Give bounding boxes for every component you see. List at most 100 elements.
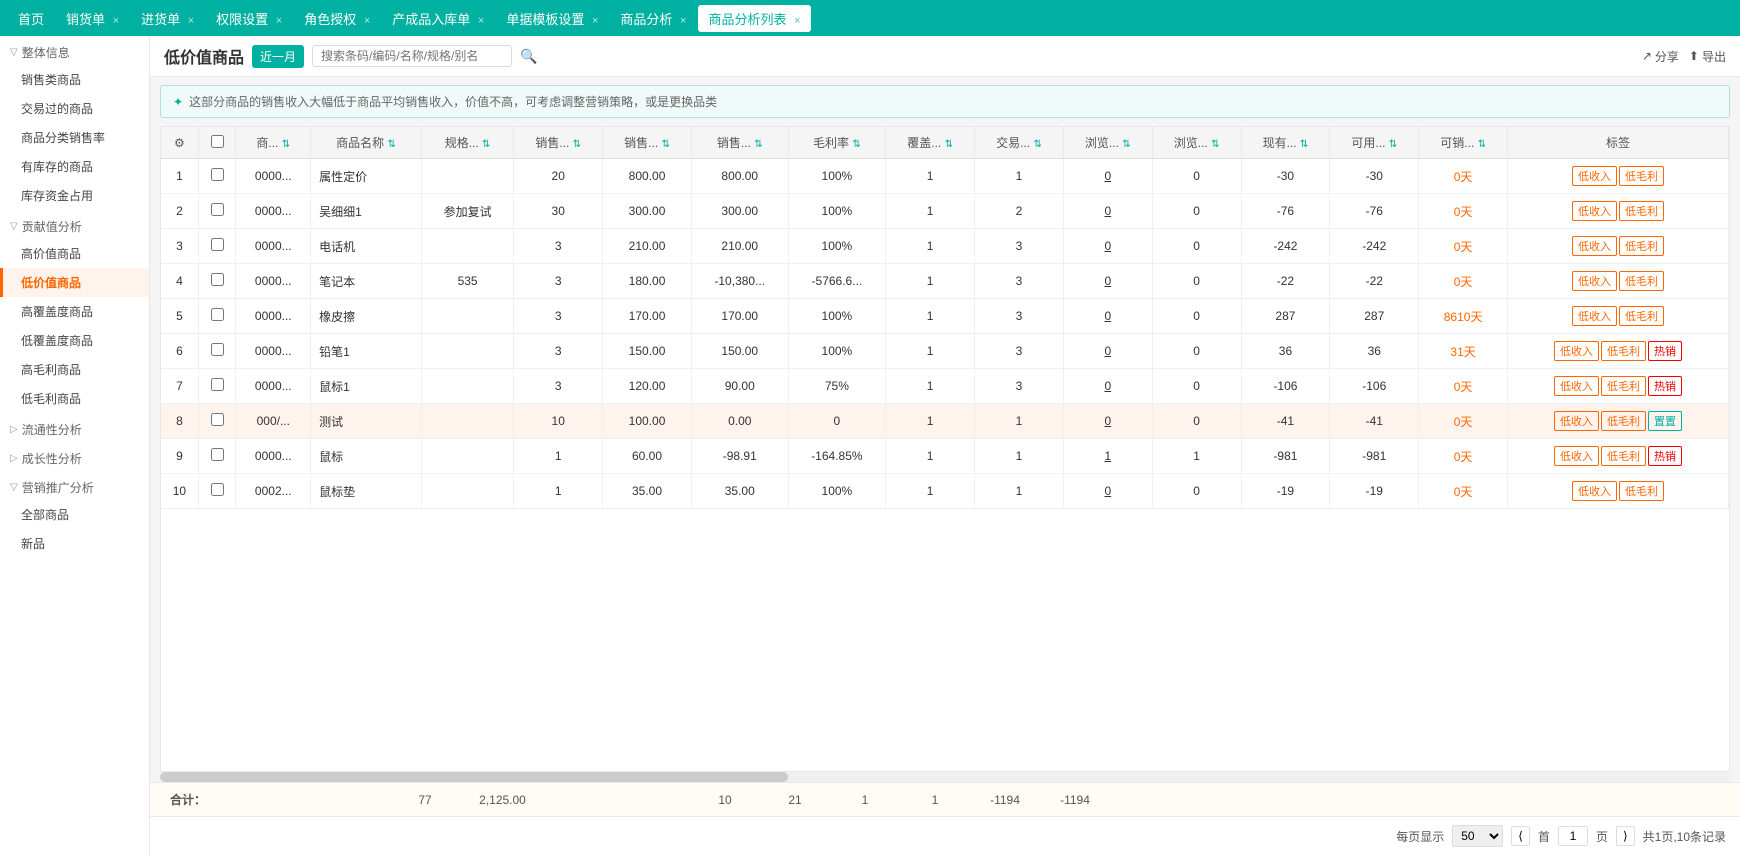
sidebar-item-high-margin[interactable]: 高毛利商品	[0, 355, 149, 384]
cell-checkbox[interactable]	[198, 229, 236, 264]
select-all-checkbox[interactable]	[211, 135, 224, 148]
nav-product-inbound[interactable]: 产成品入库单 ×	[382, 5, 494, 32]
cell-views1[interactable]: 1	[1063, 439, 1152, 474]
views1-value[interactable]: 0	[1104, 309, 1111, 323]
sidebar-group-growth[interactable]: ▷ 成长性分析	[0, 442, 149, 471]
cell-checkbox[interactable]	[198, 334, 236, 369]
export-button[interactable]: ⬆ 导出	[1689, 48, 1726, 65]
cell-views1[interactable]: 0	[1063, 264, 1152, 299]
cell-views1[interactable]: 0	[1063, 194, 1152, 229]
nav-close-template[interactable]: ×	[592, 15, 598, 27]
nav-close-purchase[interactable]: ×	[188, 15, 194, 27]
sidebar-item-category-sales-rate[interactable]: 商品分类销售率	[0, 123, 149, 152]
nav-purchase-order[interactable]: 进货单 ×	[131, 5, 204, 32]
views1-value[interactable]: 0	[1104, 274, 1111, 288]
date-filter-button[interactable]: 近一月	[252, 45, 304, 68]
row-checkbox[interactable]	[211, 483, 224, 496]
col-gross-rate[interactable]: 毛利率 ⇅	[788, 127, 886, 159]
sidebar-item-low-value[interactable]: 低价值商品	[0, 268, 149, 297]
col-stock[interactable]: 现有... ⇅	[1241, 127, 1330, 159]
row-checkbox[interactable]	[211, 413, 224, 426]
nav-close-analysis[interactable]: ×	[680, 15, 686, 27]
cell-views1[interactable]: 0	[1063, 474, 1152, 509]
views1-value[interactable]: 1	[1104, 449, 1111, 463]
col-code[interactable]: 商... ⇅	[236, 127, 311, 159]
col-sellable[interactable]: 可销... ⇅	[1419, 127, 1508, 159]
col-spec[interactable]: 规格... ⇅	[421, 127, 513, 159]
cell-checkbox[interactable]	[198, 474, 236, 509]
col-views2[interactable]: 浏览... ⇅	[1152, 127, 1241, 159]
per-page-select[interactable]: 50 100 200	[1452, 825, 1503, 847]
nav-home[interactable]: 首页	[8, 5, 54, 32]
nav-template[interactable]: 单据模板设置 ×	[496, 5, 608, 32]
cell-views1[interactable]: 0	[1063, 159, 1152, 194]
cell-views1[interactable]: 0	[1063, 369, 1152, 404]
cell-checkbox[interactable]	[198, 439, 236, 474]
views1-value[interactable]: 0	[1104, 169, 1111, 183]
next-page-button[interactable]: ⟩	[1616, 826, 1635, 846]
sidebar-item-traded-products[interactable]: 交易过的商品	[0, 94, 149, 123]
sidebar-item-low-margin[interactable]: 低毛利商品	[0, 384, 149, 413]
row-checkbox[interactable]	[211, 203, 224, 216]
nav-permission[interactable]: 权限设置 ×	[206, 5, 292, 32]
search-input[interactable]	[312, 45, 512, 67]
col-settings[interactable]: ⚙	[161, 127, 198, 159]
row-checkbox[interactable]	[211, 378, 224, 391]
col-checkbox[interactable]	[198, 127, 236, 159]
footer-scrollbar-thumb[interactable]	[160, 772, 788, 782]
cell-checkbox[interactable]	[198, 299, 236, 334]
col-sales-avg[interactable]: 销售... ⇅	[691, 127, 788, 159]
views1-value[interactable]: 0	[1104, 239, 1111, 253]
nav-analysis-list[interactable]: 商品分析列表 ×	[698, 5, 810, 32]
sidebar-group-overall[interactable]: ▽ 整体信息	[0, 36, 149, 65]
col-coverage[interactable]: 覆盖... ⇅	[886, 127, 975, 159]
search-icon[interactable]: 🔍	[520, 48, 537, 65]
nav-product-analysis[interactable]: 商品分析 ×	[610, 5, 696, 32]
sidebar-item-stock-capital[interactable]: 库存资金占用	[0, 181, 149, 210]
views1-value[interactable]: 0	[1104, 379, 1111, 393]
cell-checkbox[interactable]	[198, 404, 236, 439]
nav-sales-order[interactable]: 销货单 ×	[56, 5, 129, 32]
sidebar-item-high-value[interactable]: 高价值商品	[0, 239, 149, 268]
cell-views1[interactable]: 0	[1063, 229, 1152, 264]
nav-close-product[interactable]: ×	[478, 15, 484, 27]
cell-views1[interactable]: 0	[1063, 404, 1152, 439]
views1-value[interactable]: 0	[1104, 344, 1111, 358]
cell-checkbox[interactable]	[198, 194, 236, 229]
cell-checkbox[interactable]	[198, 159, 236, 194]
first-page-button[interactable]: ⟨	[1511, 826, 1530, 846]
nav-role-auth[interactable]: 角色授权 ×	[294, 5, 380, 32]
col-name[interactable]: 商品名称 ⇅	[311, 127, 422, 159]
col-available[interactable]: 可用... ⇅	[1330, 127, 1419, 159]
cell-views1[interactable]: 0	[1063, 299, 1152, 334]
row-checkbox[interactable]	[211, 168, 224, 181]
views1-value[interactable]: 0	[1104, 484, 1111, 498]
sidebar-group-marketing[interactable]: ▽ 营销推广分析	[0, 471, 149, 500]
row-checkbox[interactable]	[211, 343, 224, 356]
sidebar-item-high-coverage[interactable]: 高覆盖度商品	[0, 297, 149, 326]
footer-scrollbar[interactable]	[160, 772, 1730, 782]
row-checkbox[interactable]	[211, 448, 224, 461]
sidebar-item-stocked-products[interactable]: 有库存的商品	[0, 152, 149, 181]
sidebar-group-flow[interactable]: ▷ 流通性分析	[0, 413, 149, 442]
views1-value[interactable]: 0	[1104, 414, 1111, 428]
row-checkbox[interactable]	[211, 238, 224, 251]
nav-close-role[interactable]: ×	[364, 15, 370, 27]
nav-close-permission[interactable]: ×	[276, 15, 282, 27]
row-checkbox[interactable]	[211, 308, 224, 321]
cell-checkbox[interactable]	[198, 264, 236, 299]
sidebar-item-sales-products[interactable]: 销售类商品	[0, 65, 149, 94]
sidebar-item-new-products[interactable]: 新品	[0, 529, 149, 558]
row-checkbox[interactable]	[211, 273, 224, 286]
sidebar-item-all-products[interactable]: 全部商品	[0, 500, 149, 529]
sidebar-item-low-coverage[interactable]: 低覆盖度商品	[0, 326, 149, 355]
sidebar-group-contribution[interactable]: ▽ 贡献值分析	[0, 210, 149, 239]
col-sales-amt[interactable]: 销售... ⇅	[603, 127, 692, 159]
nav-close-analysis-list[interactable]: ×	[794, 15, 800, 27]
views1-value[interactable]: 0	[1104, 204, 1111, 218]
cell-views1[interactable]: 0	[1063, 334, 1152, 369]
cell-checkbox[interactable]	[198, 369, 236, 404]
col-transactions[interactable]: 交易... ⇅	[975, 127, 1064, 159]
col-views1[interactable]: 浏览... ⇅	[1063, 127, 1152, 159]
nav-close-sales[interactable]: ×	[113, 15, 119, 27]
